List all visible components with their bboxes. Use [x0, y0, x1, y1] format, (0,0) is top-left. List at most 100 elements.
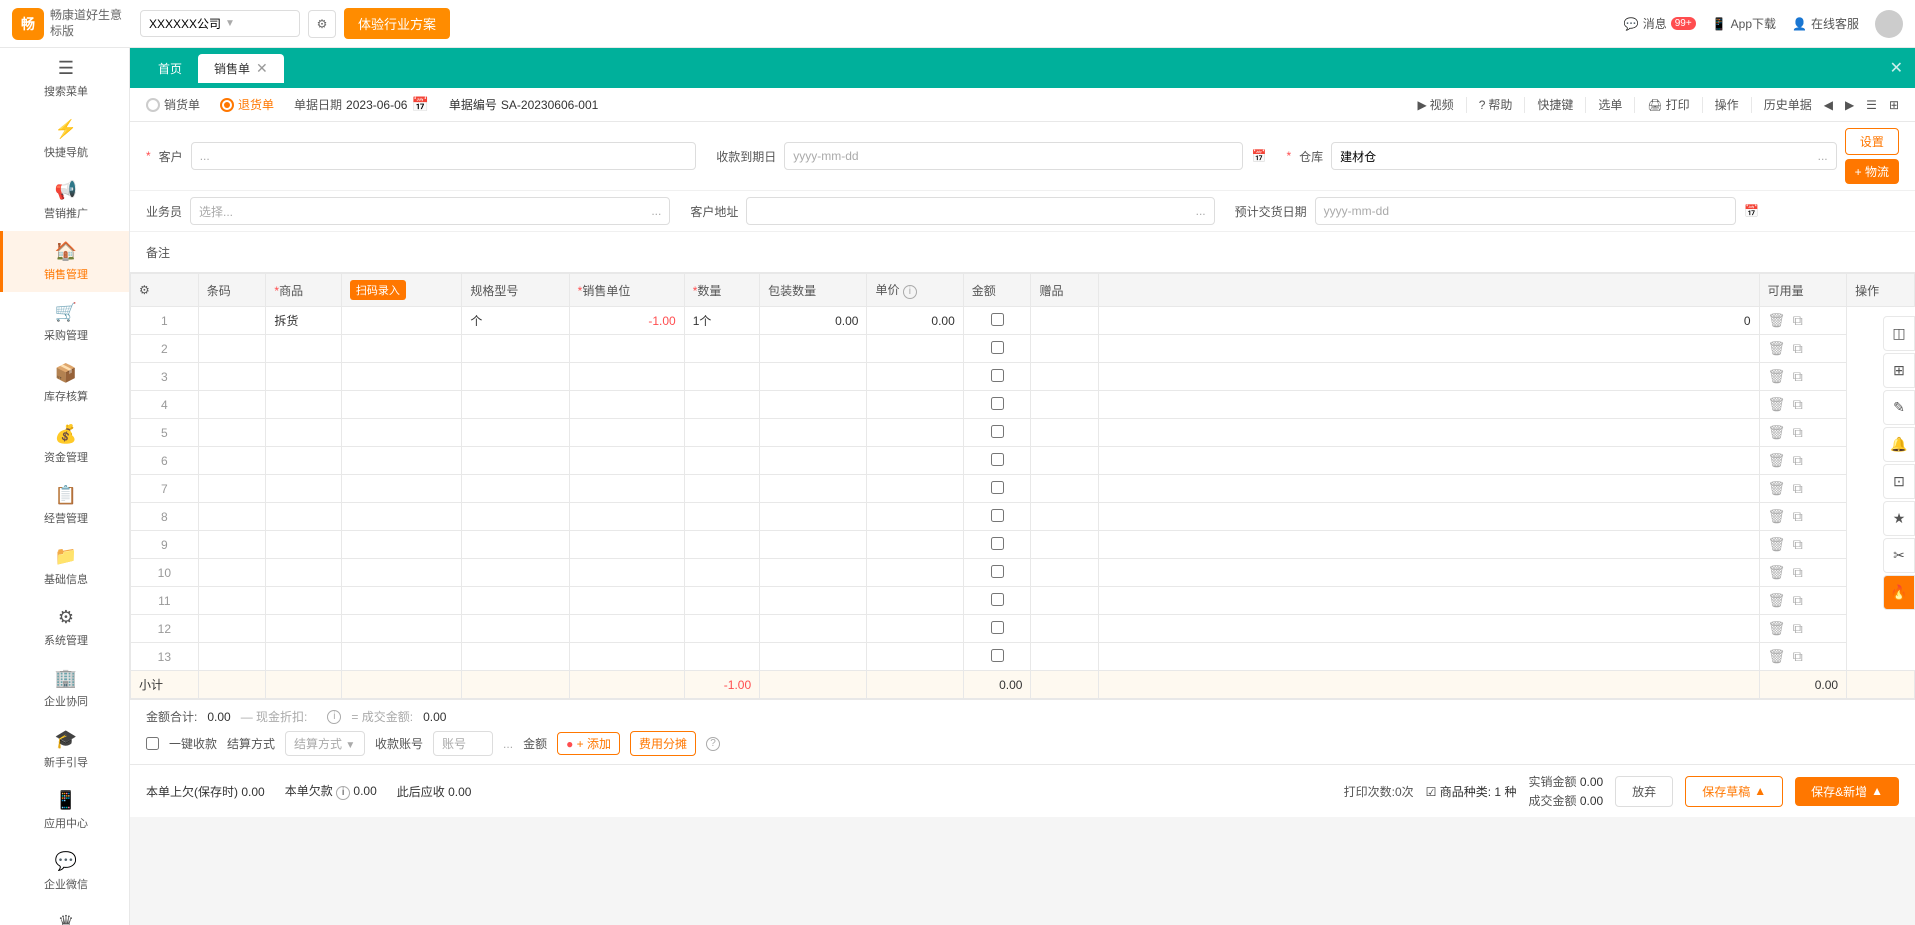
- save-new-button[interactable]: 保存&新增 ▲: [1795, 777, 1899, 806]
- row-amount[interactable]: [867, 447, 963, 475]
- row-gift-checkbox[interactable]: [963, 643, 1031, 671]
- row-barcode[interactable]: [198, 335, 266, 363]
- row-qty[interactable]: [569, 363, 684, 391]
- row-spec[interactable]: [341, 307, 462, 335]
- row-qty[interactable]: -1.00: [569, 307, 684, 335]
- copy-icon[interactable]: ⧉: [1793, 536, 1803, 552]
- row-product[interactable]: [266, 559, 341, 587]
- row-spec[interactable]: [341, 335, 462, 363]
- row-amount[interactable]: [867, 363, 963, 391]
- copy-icon[interactable]: ⧉: [1793, 452, 1803, 468]
- row-spec[interactable]: [341, 643, 462, 671]
- row-spec[interactable]: [341, 587, 462, 615]
- message-button[interactable]: 💬 消息 99+: [1624, 15, 1696, 32]
- row-unit-price[interactable]: 0.00: [760, 307, 867, 335]
- add-payment-button[interactable]: ● + 添加: [557, 732, 620, 755]
- row-product[interactable]: [266, 419, 341, 447]
- note-input[interactable]: [178, 238, 1899, 266]
- row-product[interactable]: [266, 643, 341, 671]
- row-barcode[interactable]: [198, 391, 266, 419]
- copy-icon[interactable]: ⧉: [1793, 620, 1803, 636]
- delete-icon[interactable]: 🗑: [1768, 368, 1786, 384]
- row-spec[interactable]: [341, 503, 462, 531]
- row-qty[interactable]: [569, 503, 684, 531]
- row-qty[interactable]: [569, 335, 684, 363]
- row-barcode[interactable]: [198, 503, 266, 531]
- row-product[interactable]: [266, 363, 341, 391]
- copy-icon[interactable]: ⧉: [1793, 592, 1803, 608]
- float-btn-5[interactable]: ⊡: [1883, 464, 1915, 499]
- sidebar-item-app-center[interactable]: 📱 应用中心: [0, 780, 129, 841]
- copy-icon[interactable]: ⧉: [1793, 312, 1803, 328]
- row-barcode[interactable]: [198, 419, 266, 447]
- row-qty[interactable]: [569, 643, 684, 671]
- row-unit-price[interactable]: [760, 643, 867, 671]
- prev-btn[interactable]: ◀: [1824, 98, 1833, 112]
- row-unit-price[interactable]: [760, 587, 867, 615]
- delete-icon[interactable]: 🗑: [1768, 452, 1786, 468]
- row-amount[interactable]: [867, 419, 963, 447]
- row-product[interactable]: [266, 391, 341, 419]
- warehouse-input[interactable]: 建材仓 ...: [1331, 142, 1837, 170]
- row-unit-price[interactable]: [760, 363, 867, 391]
- operation-btn[interactable]: 操作: [1715, 96, 1739, 113]
- sidebar-item-purchase[interactable]: 🛒 采购管理: [0, 292, 129, 353]
- delete-icon[interactable]: 🗑: [1768, 480, 1786, 496]
- col-settings[interactable]: ⚙: [131, 274, 199, 307]
- account-select[interactable]: 账号: [433, 731, 493, 756]
- delete-icon[interactable]: 🗑: [1768, 536, 1786, 552]
- row-spec[interactable]: [341, 363, 462, 391]
- row-unit-price[interactable]: [760, 335, 867, 363]
- delete-icon[interactable]: 🗑: [1768, 396, 1786, 412]
- row-unit-price[interactable]: [760, 447, 867, 475]
- radio-return[interactable]: 退货单: [220, 96, 274, 113]
- video-btn[interactable]: ▶ 视频: [1417, 96, 1453, 113]
- save-draft-button[interactable]: 保存草稿 ▲: [1685, 776, 1783, 807]
- sidebar-item-wechat[interactable]: 💬 企业微信: [0, 841, 129, 902]
- global-settings-button[interactable]: ⚙: [308, 10, 336, 38]
- row-spec[interactable]: [341, 531, 462, 559]
- row-barcode[interactable]: [198, 363, 266, 391]
- row-pkg-qty[interactable]: [684, 503, 759, 531]
- row-product[interactable]: [266, 447, 341, 475]
- row-amount[interactable]: [867, 335, 963, 363]
- row-gift-checkbox[interactable]: [963, 335, 1031, 363]
- row-pkg-qty[interactable]: [684, 559, 759, 587]
- row-pkg-qty[interactable]: [684, 335, 759, 363]
- logistics-button[interactable]: + 物流: [1845, 159, 1899, 184]
- row-barcode[interactable]: [198, 587, 266, 615]
- row-pkg-qty[interactable]: [684, 475, 759, 503]
- row-gift-checkbox[interactable]: [963, 391, 1031, 419]
- float-btn-6[interactable]: ★: [1883, 501, 1915, 536]
- row-unit-price[interactable]: [760, 419, 867, 447]
- row-spec[interactable]: [341, 419, 462, 447]
- sidebar-item-operations[interactable]: 📋 经营管理: [0, 475, 129, 536]
- row-amount[interactable]: [867, 391, 963, 419]
- row-barcode[interactable]: [198, 447, 266, 475]
- copy-icon[interactable]: ⧉: [1793, 340, 1803, 356]
- float-btn-1[interactable]: ◫: [1883, 316, 1915, 351]
- shortcut-btn[interactable]: 快捷键: [1537, 96, 1573, 113]
- row-unit[interactable]: [462, 419, 569, 447]
- row-unit-price[interactable]: [760, 475, 867, 503]
- row-spec[interactable]: [341, 475, 462, 503]
- delete-icon[interactable]: 🗑: [1768, 648, 1786, 664]
- row-gift-checkbox[interactable]: [963, 363, 1031, 391]
- setup-button[interactable]: 设置: [1845, 128, 1899, 155]
- row-pkg-qty[interactable]: 1个: [684, 307, 759, 335]
- row-barcode[interactable]: [198, 475, 266, 503]
- float-btn-2[interactable]: ⊞: [1883, 353, 1915, 388]
- customer-addr-input[interactable]: ...: [746, 197, 1214, 225]
- sidebar-item-sales[interactable]: 🏠 销售管理: [0, 231, 129, 292]
- row-unit[interactable]: [462, 615, 569, 643]
- calendar-icon[interactable]: 📅: [411, 96, 428, 113]
- row-gift-checkbox[interactable]: [963, 307, 1031, 335]
- row-gift-checkbox[interactable]: [963, 615, 1031, 643]
- row-gift-checkbox[interactable]: [963, 447, 1031, 475]
- delete-icon[interactable]: 🗑: [1768, 340, 1786, 356]
- print-btn[interactable]: 🖨 打印: [1647, 96, 1689, 113]
- app-download-button[interactable]: 📱 App下载: [1712, 15, 1776, 32]
- float-btn-4[interactable]: 🔔: [1883, 427, 1915, 462]
- row-unit[interactable]: [462, 503, 569, 531]
- row-qty[interactable]: [569, 391, 684, 419]
